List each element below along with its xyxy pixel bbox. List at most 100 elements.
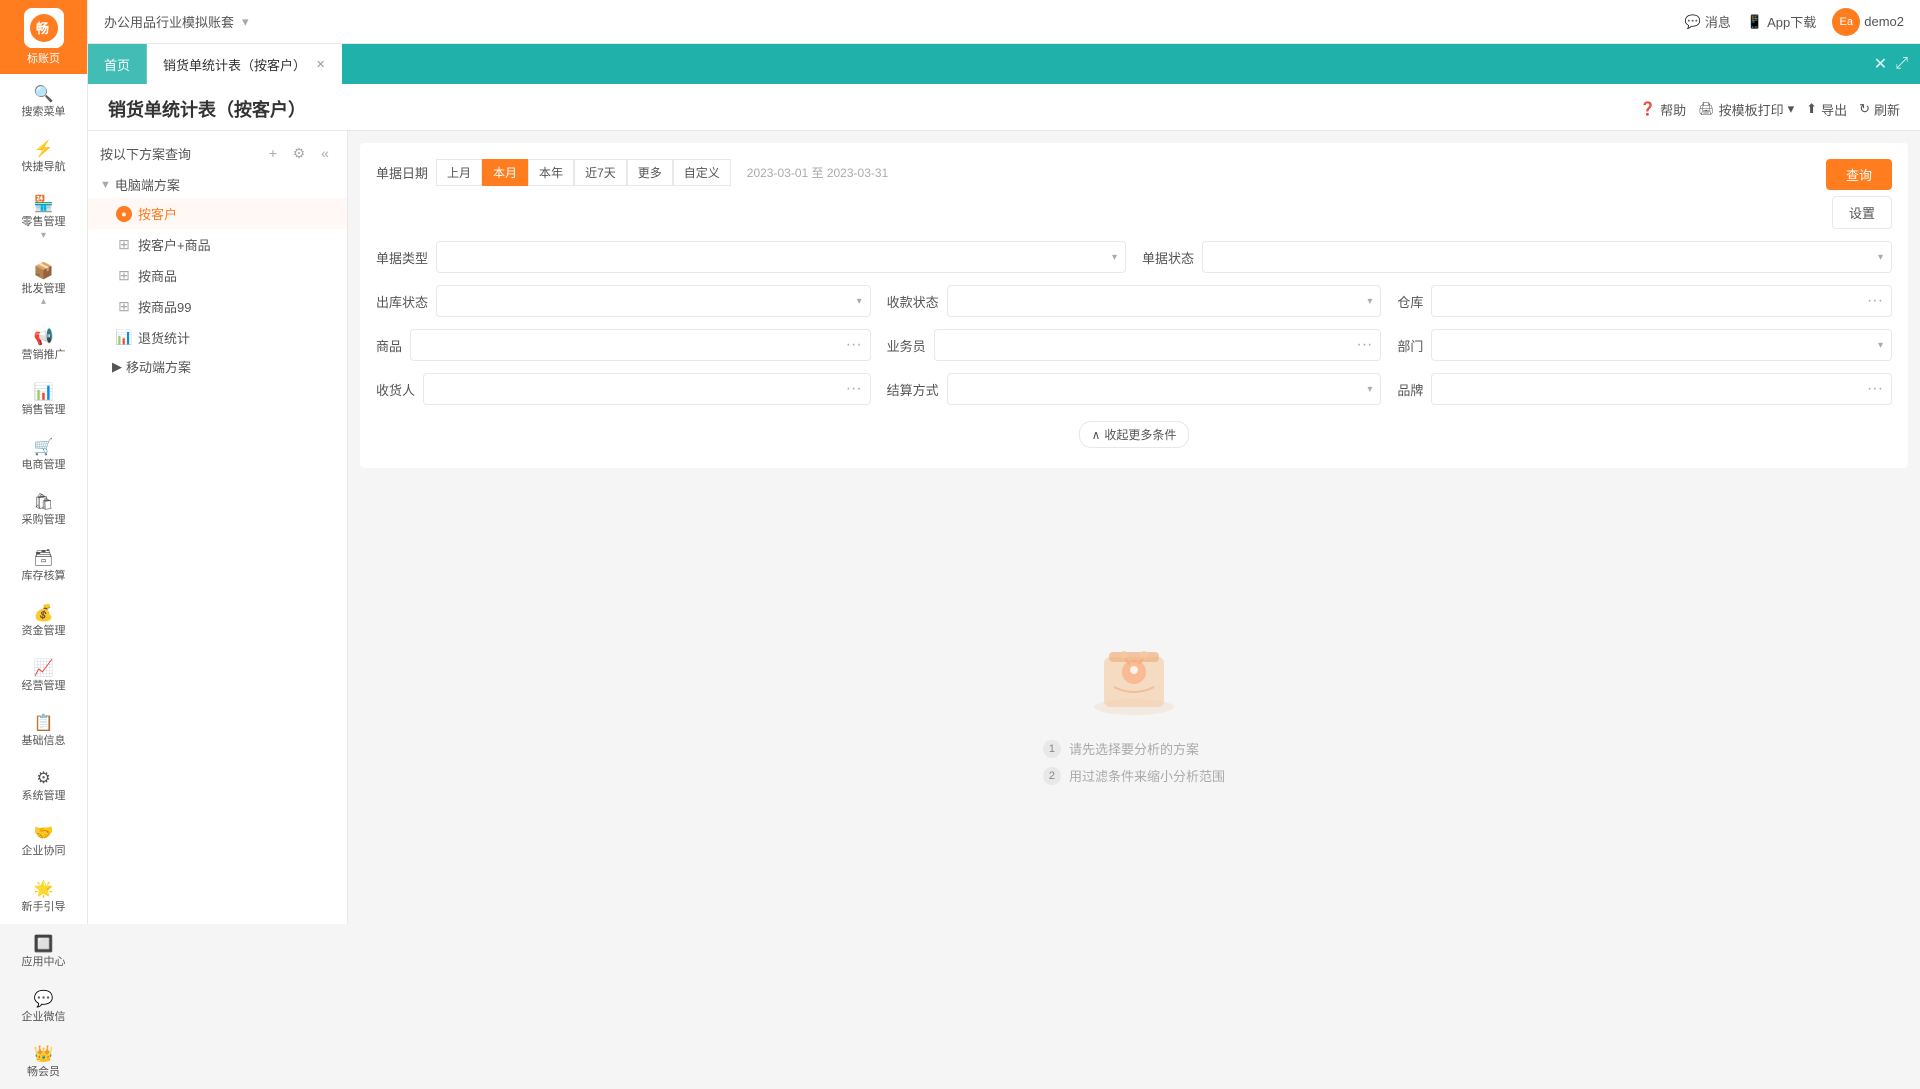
warehouse-dots-icon[interactable]: ··· bbox=[1867, 292, 1883, 310]
order-type-dropdown-icon: ▾ bbox=[1112, 252, 1117, 263]
nav-item-search[interactable]: 🔍 搜索菜单 bbox=[0, 74, 87, 129]
add-scheme-button[interactable]: + bbox=[263, 143, 283, 163]
nav-label-apps: 应用中心 bbox=[22, 956, 66, 969]
settings-button[interactable]: 设置 bbox=[1832, 196, 1892, 229]
collapse-icon: ∧ bbox=[1092, 428, 1101, 442]
empty-state: 1 请先选择要分析的方案 2 用过滤条件来缩小分析范围 bbox=[360, 480, 1908, 912]
print-button[interactable]: 🖨 按模板打印 ▾ bbox=[1698, 100, 1794, 119]
settings-scheme-button[interactable]: ⚙ bbox=[289, 143, 309, 163]
tree-group-desktop-label[interactable]: ▼ 电脑端方案 bbox=[88, 171, 347, 198]
nav-item-inventory[interactable]: 🗃 库存核算 bbox=[0, 538, 87, 593]
nav-item-sales[interactable]: 📊 销售管理 bbox=[0, 372, 87, 427]
order-type-select[interactable]: ▾ bbox=[436, 241, 1126, 273]
filter-row-stock-payment-warehouse: 出库状态 ▾ 收款状态 ▾ bbox=[376, 285, 1892, 317]
empty-tip-1-text: 请先选择要分析的方案 bbox=[1069, 739, 1199, 758]
nav-item-marketing[interactable]: 📢 营销推广 bbox=[0, 317, 87, 372]
nav-item-basic[interactable]: 📋 基础信息 bbox=[0, 703, 87, 758]
order-status-select[interactable]: ▾ bbox=[1202, 241, 1892, 273]
brand-input[interactable]: ··· bbox=[1431, 373, 1892, 405]
tree-item-by-customer[interactable]: ● 按客户 bbox=[88, 198, 347, 229]
payment-status-dropdown-icon: ▾ bbox=[1367, 296, 1372, 307]
wholesale-arrow: ▴ bbox=[41, 296, 46, 307]
nav-item-ecommerce[interactable]: 🛒 电商管理 bbox=[0, 427, 87, 482]
collapse-label: 收起更多条件 bbox=[1104, 426, 1176, 443]
nav-item-retail[interactable]: 🏪 零售管理 ▾ bbox=[0, 184, 87, 250]
date-btn-more[interactable]: 更多 bbox=[627, 159, 673, 186]
sub-group-mobile-label[interactable]: ▶ 移动端方案 bbox=[88, 353, 347, 380]
filter-item-order-type: 单据类型 ▾ bbox=[376, 241, 1126, 273]
topbar-dropdown-icon[interactable]: ▾ bbox=[242, 14, 249, 30]
department-select[interactable]: ▾ bbox=[1431, 329, 1892, 361]
filter-row-goods-salesman-dept: 商品 ··· 业务员 ··· bbox=[376, 329, 1892, 361]
stock-status-select[interactable]: ▾ bbox=[436, 285, 871, 317]
tree-item-by-goods99[interactable]: ⊞ 按商品99 bbox=[88, 291, 347, 322]
department-dropdown-icon: ▾ bbox=[1878, 340, 1883, 351]
goods-input[interactable]: ··· bbox=[410, 329, 871, 361]
nav-label-wechat: 企业微信 bbox=[22, 1011, 66, 1024]
filter-item-goods: 商品 ··· bbox=[376, 329, 871, 361]
nav-item-wechat[interactable]: 💬 企业微信 bbox=[0, 979, 87, 1034]
logo-area[interactable]: 畅 标账页 bbox=[0, 0, 87, 74]
filter-item-date: 单据日期 上月 本月 本年 近7天 更多 自定义 2023-03-01 至 20… bbox=[376, 159, 888, 186]
help-button[interactable]: ❓ 帮助 bbox=[1640, 100, 1686, 119]
topbar: 办公用品行业模拟账套 ▾ 💬 消息 📱 App下载 Ea demo2 bbox=[88, 0, 1920, 44]
tree-item-by-customer-goods[interactable]: ⊞ 按客户+商品 bbox=[88, 229, 347, 260]
nav-item-wholesale[interactable]: 📦 批发管理 ▴ bbox=[0, 251, 87, 317]
message-button[interactable]: 💬 消息 bbox=[1685, 12, 1731, 31]
tree-item-return-stats[interactable]: 📊 退货统计 bbox=[88, 322, 347, 353]
finance-icon: 💰 bbox=[34, 603, 54, 623]
nav-item-system[interactable]: ⚙ 系统管理 bbox=[0, 758, 87, 813]
filter-item-order-status: 单据状态 ▾ bbox=[1142, 241, 1892, 273]
nav-item-member[interactable]: 👑 畅会员 bbox=[0, 1034, 87, 1089]
date-btn-this-year[interactable]: 本年 bbox=[528, 159, 574, 186]
export-button[interactable]: ⬆ 导出 bbox=[1806, 100, 1847, 119]
warehouse-label: 仓库 bbox=[1397, 292, 1423, 311]
user-menu[interactable]: Ea demo2 bbox=[1832, 8, 1904, 36]
app-download-button[interactable]: 📱 App下载 bbox=[1747, 12, 1816, 31]
receiver-dots-icon[interactable]: ··· bbox=[846, 380, 862, 398]
nav-item-quicknav[interactable]: ⚡ 快捷导航 bbox=[0, 129, 87, 184]
filter-card: 单据日期 上月 本月 本年 近7天 更多 自定义 2023-03-01 至 20… bbox=[360, 143, 1908, 468]
member-icon: 👑 bbox=[34, 1044, 54, 1064]
nav-item-finance[interactable]: 💰 资金管理 bbox=[0, 593, 87, 648]
collapse-panel-button[interactable]: « bbox=[315, 143, 335, 163]
receiver-input[interactable]: ··· bbox=[423, 373, 871, 405]
tree-item-by-goods[interactable]: ⊞ 按商品 bbox=[88, 260, 347, 291]
nav-item-enterprise[interactable]: 🤝 企业协同 bbox=[0, 813, 87, 868]
user-name: demo2 bbox=[1864, 14, 1904, 29]
date-btn-7days[interactable]: 近7天 bbox=[574, 159, 627, 186]
tree-group-expand-icon: ▼ bbox=[100, 179, 111, 191]
tree-item-g99-icon: ⊞ bbox=[116, 299, 132, 315]
tab-close-button[interactable]: ✕ bbox=[1874, 54, 1887, 74]
salesman-dots-icon[interactable]: ··· bbox=[1356, 336, 1372, 354]
tab-close-icon[interactable]: ✕ bbox=[316, 58, 325, 71]
warehouse-input[interactable]: ··· bbox=[1431, 285, 1892, 317]
purchase-icon: 🛍 bbox=[34, 492, 54, 512]
date-btn-custom[interactable]: 自定义 bbox=[673, 159, 731, 186]
nav-item-purchase[interactable]: 🛍 采购管理 bbox=[0, 482, 87, 537]
payment-status-select[interactable]: ▾ bbox=[947, 285, 1382, 317]
nav-item-operation[interactable]: 📈 经营管理 bbox=[0, 648, 87, 703]
nav-item-guide[interactable]: 🌟 新手引导 bbox=[0, 869, 87, 924]
nav-item-apps[interactable]: 🔲 应用中心 bbox=[0, 924, 87, 979]
date-btn-last-month[interactable]: 上月 bbox=[436, 159, 482, 186]
nav-label-finance: 资金管理 bbox=[22, 625, 66, 638]
query-button[interactable]: 查询 bbox=[1826, 159, 1892, 190]
nav-label-inventory: 库存核算 bbox=[22, 570, 66, 583]
tree-item-g99-label: 按商品99 bbox=[138, 297, 191, 316]
collapse-button[interactable]: ∧ 收起更多条件 bbox=[1079, 421, 1190, 448]
tab-maximize-button[interactable]: ⤢ bbox=[1895, 55, 1908, 73]
nav-label-purchase: 采购管理 bbox=[22, 514, 66, 527]
retail-icon: 🏪 bbox=[34, 194, 54, 214]
salesman-input[interactable]: ··· bbox=[934, 329, 1382, 361]
date-btn-this-month[interactable]: 本月 bbox=[482, 159, 528, 186]
brand-dots-icon[interactable]: ··· bbox=[1867, 380, 1883, 398]
refresh-button[interactable]: ↻ 刷新 bbox=[1859, 100, 1900, 119]
message-icon: 💬 bbox=[1685, 14, 1701, 30]
stock-status-label: 出库状态 bbox=[376, 292, 428, 311]
tab-sales-stats[interactable]: 销货单统计表（按客户） ✕ bbox=[147, 44, 342, 84]
tab-home[interactable]: 首页 bbox=[88, 44, 147, 84]
settlement-select[interactable]: ▾ bbox=[947, 373, 1382, 405]
order-status-dropdown-icon: ▾ bbox=[1878, 252, 1883, 263]
goods-dots-icon[interactable]: ··· bbox=[846, 336, 862, 354]
